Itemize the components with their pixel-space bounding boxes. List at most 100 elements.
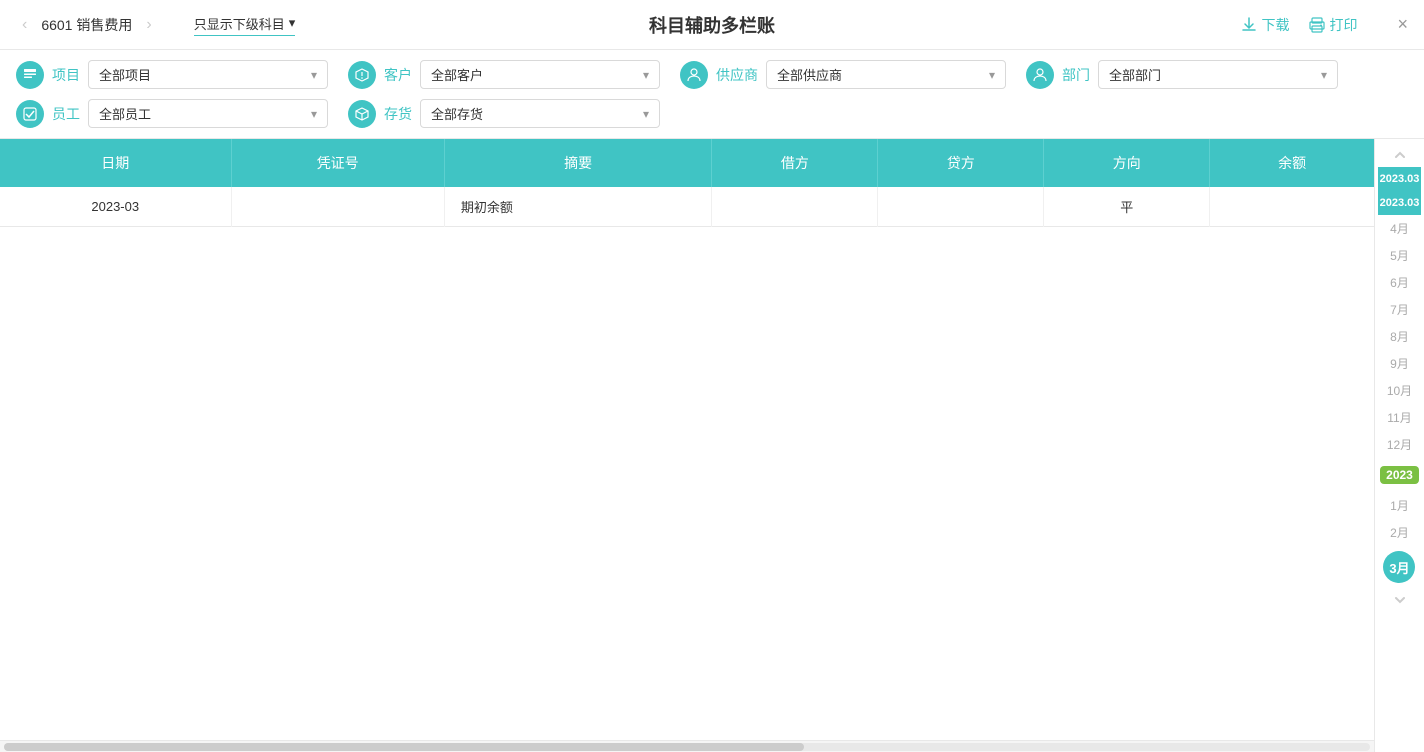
supplier-icon bbox=[680, 61, 708, 89]
show-sub-label: 只显示下级科目 bbox=[194, 14, 285, 33]
employee-arrow: ▾ bbox=[311, 107, 317, 121]
customer-icon bbox=[348, 61, 376, 89]
project-value: 全部项目 bbox=[99, 65, 151, 84]
customer-arrow: ▾ bbox=[643, 68, 649, 82]
period-item[interactable]: 4月 bbox=[1378, 215, 1422, 242]
table-area: 日期 凭证号 摘要 借方 贷方 方向 余额 2023-03 期初余额 平 bbox=[0, 139, 1374, 752]
cell-voucher bbox=[231, 187, 444, 227]
project-arrow: ▾ bbox=[311, 68, 317, 82]
project-label: 项目 bbox=[52, 65, 80, 85]
department-label: 部门 bbox=[1062, 65, 1090, 85]
period-item[interactable]: 2023.03 bbox=[1378, 191, 1422, 215]
cell-direction: 平 bbox=[1044, 187, 1210, 227]
supplier-value: 全部供应商 bbox=[777, 65, 842, 84]
col-credit: 贷方 bbox=[878, 139, 1044, 187]
close-button[interactable]: × bbox=[1397, 14, 1408, 35]
period-item[interactable]: 8月 bbox=[1378, 323, 1422, 350]
title-left: ‹ 6601 销售费用 › 只显示下级科目 ▾ bbox=[16, 14, 295, 36]
download-icon bbox=[1241, 17, 1257, 33]
print-icon bbox=[1309, 17, 1325, 33]
col-voucher: 凭证号 bbox=[231, 139, 444, 187]
project-filter-row: 项目 全部项目 ▾ bbox=[16, 60, 328, 89]
nav-prev-button[interactable]: ‹ bbox=[16, 14, 33, 36]
nav-next-button[interactable]: › bbox=[140, 14, 157, 36]
customer-select[interactable]: 全部客户 ▾ bbox=[420, 60, 660, 89]
col-balance: 余额 bbox=[1210, 139, 1374, 187]
cell-balance bbox=[1210, 187, 1374, 227]
period-item[interactable]: 9月 bbox=[1378, 350, 1422, 377]
department-arrow: ▾ bbox=[1321, 68, 1327, 82]
period-item[interactable]: 3月 bbox=[1383, 551, 1415, 583]
period-item[interactable]: 6月 bbox=[1378, 269, 1422, 296]
supplier-label: 供应商 bbox=[716, 65, 758, 85]
cell-credit bbox=[878, 187, 1044, 227]
period-item[interactable]: 2023 bbox=[1380, 466, 1419, 484]
scrollbar-bottom[interactable] bbox=[0, 740, 1374, 752]
period-item[interactable]: 7月 bbox=[1378, 296, 1422, 323]
customer-filter-row: 客户 全部客户 ▾ bbox=[348, 60, 660, 89]
chevron-up-icon bbox=[1392, 147, 1408, 163]
employee-icon bbox=[16, 100, 44, 128]
cell-debit bbox=[712, 187, 878, 227]
department-select[interactable]: 全部部门 ▾ bbox=[1098, 60, 1338, 89]
show-sub-arrow: ▾ bbox=[289, 15, 296, 31]
inventory-label: 存货 bbox=[384, 104, 412, 124]
download-label: 下载 bbox=[1261, 15, 1289, 35]
customer-label: 客户 bbox=[384, 65, 412, 85]
inventory-value: 全部存货 bbox=[431, 104, 483, 123]
cell-summary: 期初余额 bbox=[444, 187, 712, 227]
table-header: 日期 凭证号 摘要 借方 贷方 方向 余额 bbox=[0, 139, 1374, 187]
period-item[interactable]: 2023.03 bbox=[1378, 167, 1422, 191]
employee-value: 全部员工 bbox=[99, 104, 151, 123]
period-item[interactable]: 10月 bbox=[1378, 377, 1422, 404]
inventory-arrow: ▾ bbox=[643, 107, 649, 121]
data-table: 日期 凭证号 摘要 借方 贷方 方向 余额 2023-03 期初余额 平 bbox=[0, 139, 1374, 227]
download-button[interactable]: 下载 bbox=[1241, 15, 1289, 35]
employee-select[interactable]: 全部员工 ▾ bbox=[88, 99, 328, 128]
title-bar: ‹ 6601 销售费用 › 只显示下级科目 ▾ 科目辅助多栏账 下载 bbox=[0, 0, 1424, 50]
scrollbar-thumb bbox=[4, 743, 804, 751]
department-filter-row: 部门 全部部门 ▾ bbox=[1026, 60, 1338, 89]
inventory-select[interactable]: 全部存货 ▾ bbox=[420, 99, 660, 128]
panel-up-button[interactable] bbox=[1375, 143, 1424, 167]
period-item[interactable]: 2月 bbox=[1378, 519, 1422, 546]
show-sub-toggle[interactable]: 只显示下级科目 ▾ bbox=[194, 14, 296, 36]
cell-date: 2023-03 bbox=[0, 187, 231, 227]
col-direction: 方向 bbox=[1044, 139, 1210, 187]
supplier-select[interactable]: 全部供应商 ▾ bbox=[766, 60, 1006, 89]
inventory-icon bbox=[348, 100, 376, 128]
main-window: ‹ 6601 销售费用 › 只显示下级科目 ▾ 科目辅助多栏账 下载 bbox=[0, 0, 1424, 752]
right-panel: 2023.032023.034月5月6月7月8月9月10月11月12月20231… bbox=[1374, 139, 1424, 752]
employee-label: 员工 bbox=[52, 104, 80, 124]
print-button[interactable]: 打印 bbox=[1309, 15, 1357, 35]
col-debit: 借方 bbox=[712, 139, 878, 187]
print-label: 打印 bbox=[1329, 15, 1357, 35]
col-date: 日期 bbox=[0, 139, 231, 187]
chevron-down-icon bbox=[1392, 592, 1408, 608]
supplier-arrow: ▾ bbox=[989, 68, 995, 82]
department-value: 全部部门 bbox=[1109, 65, 1161, 84]
period-item[interactable]: 5月 bbox=[1378, 242, 1422, 269]
supplier-filter-row: 供应商 全部供应商 ▾ bbox=[680, 60, 1006, 89]
period-item[interactable]: 1月 bbox=[1378, 492, 1422, 519]
col-summary: 摘要 bbox=[444, 139, 712, 187]
customer-value: 全部客户 bbox=[431, 65, 483, 84]
inventory-filter-row: 存货 全部存货 ▾ bbox=[348, 99, 660, 128]
filters-area: 项目 全部项目 ▾ 客户 全部客户 ▾ bbox=[0, 50, 1424, 139]
period-item[interactable]: 11月 bbox=[1378, 404, 1422, 431]
main-content: 日期 凭证号 摘要 借方 贷方 方向 余额 2023-03 期初余额 平 bbox=[0, 139, 1424, 752]
department-icon bbox=[1026, 61, 1054, 89]
employee-filter-row: 员工 全部员工 ▾ bbox=[16, 99, 328, 128]
panel-down-button[interactable] bbox=[1375, 588, 1424, 612]
title-right: 下载 打印 × bbox=[1241, 14, 1408, 35]
table-row[interactable]: 2023-03 期初余额 平 bbox=[0, 187, 1374, 227]
table-body: 2023-03 期初余额 平 bbox=[0, 187, 1374, 227]
page-title: 科目辅助多栏账 bbox=[649, 12, 775, 38]
project-select[interactable]: 全部项目 ▾ bbox=[88, 60, 328, 89]
period-item[interactable]: 12月 bbox=[1378, 431, 1422, 458]
project-icon bbox=[16, 61, 44, 89]
period-list: 2023.032023.034月5月6月7月8月9月10月11月12月20231… bbox=[1378, 167, 1422, 588]
table-empty-space bbox=[0, 227, 1374, 740]
scrollbar-track bbox=[4, 743, 1370, 751]
account-code-label: 6601 销售费用 bbox=[41, 15, 132, 35]
